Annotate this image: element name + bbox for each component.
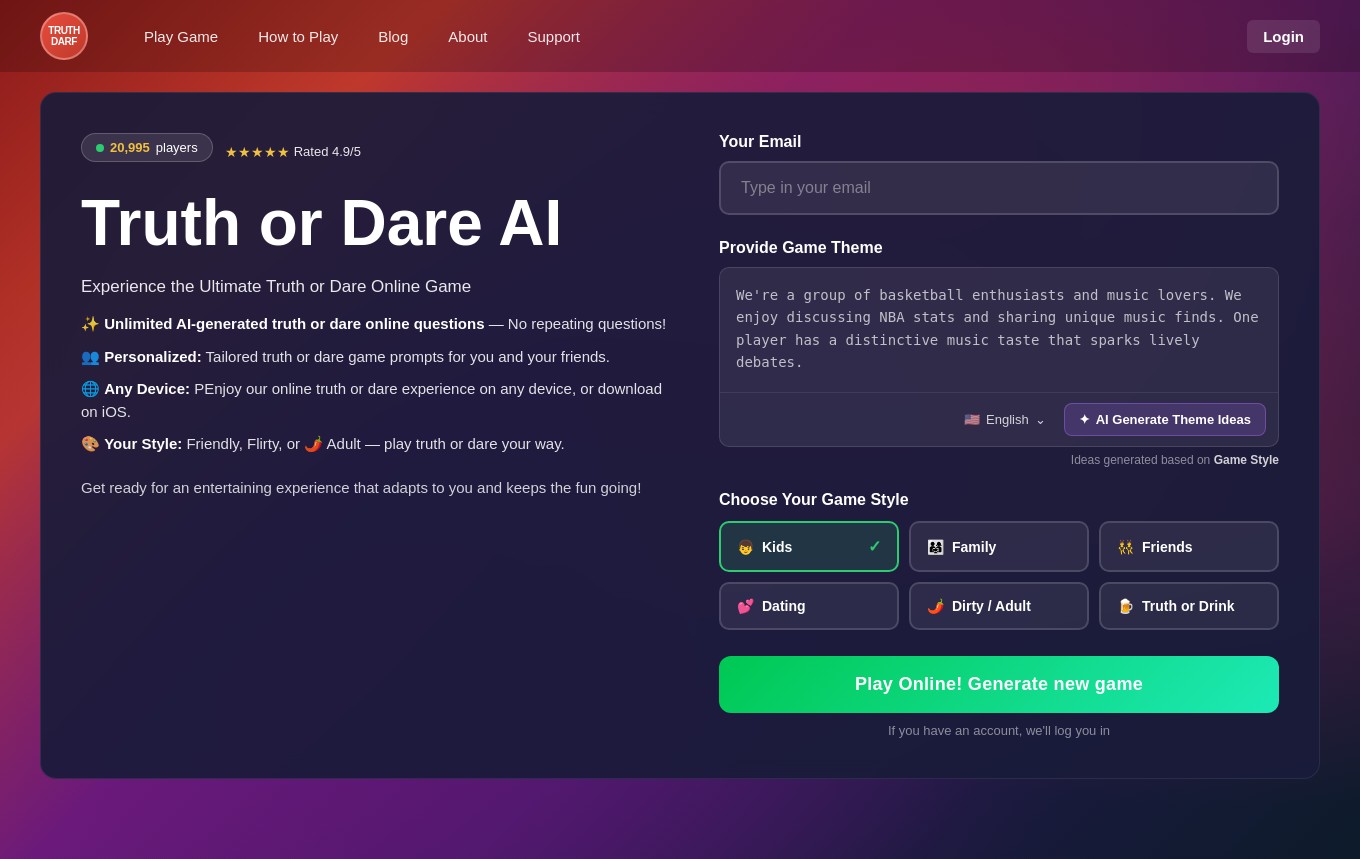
family-emoji: 👨‍👩‍👧 [927, 539, 944, 555]
top-badges: 20,995 players ★★★★★ Rated 4.9/5 [81, 133, 671, 170]
nav-how-to-play[interactable]: How to Play [242, 20, 354, 53]
feature-bold-1: Unlimited AI-generated truth or dare onl… [104, 315, 484, 332]
chevron-down-icon: ⌄ [1035, 412, 1046, 427]
logo-icon: TRUTHDARF [40, 12, 88, 60]
players-label: players [156, 140, 198, 155]
kids-check-icon: ✓ [868, 537, 881, 556]
players-count: 20,995 [110, 140, 150, 155]
dirty-emoji: 🌶️ [927, 598, 944, 614]
theme-textarea[interactable]: We're a group of basketball enthusiasts … [720, 268, 1278, 388]
feature-text-1: — No repeating questions! [489, 315, 667, 332]
nav-support[interactable]: Support [511, 20, 596, 53]
game-style-label: Choose Your Game Style [719, 491, 1279, 509]
main-card: 20,995 players ★★★★★ Rated 4.9/5 Truth o… [40, 92, 1320, 779]
style-friends[interactable]: 👯 Friends [1099, 521, 1279, 572]
theme-textarea-wrap: We're a group of basketball enthusiasts … [719, 267, 1279, 447]
navbar: TRUTHDARF Play Game How to Play Blog Abo… [0, 0, 1360, 72]
theme-section: Provide Game Theme We're a group of bask… [719, 239, 1279, 467]
left-panel: 20,995 players ★★★★★ Rated 4.9/5 Truth o… [81, 133, 671, 500]
feature-bold-4: Your Style: [104, 435, 182, 452]
ai-generate-button[interactable]: ✦ AI Generate Theme Ideas [1064, 403, 1266, 436]
sparkle-icon: ✦ [1079, 412, 1090, 427]
right-panel: Your Email Provide Game Theme We're a gr… [719, 133, 1279, 738]
kids-label: Kids [762, 539, 792, 555]
style-truth-or-drink[interactable]: 🍺 Truth or Drink [1099, 582, 1279, 630]
active-dot [96, 144, 104, 152]
ai-btn-label: AI Generate Theme Ideas [1096, 412, 1251, 427]
hero-title: Truth or Dare AI [81, 190, 671, 257]
friends-emoji: 👯 [1117, 539, 1134, 555]
feature-emoji-2: 👥 [81, 348, 100, 365]
feature-emoji-1: ✨ [81, 315, 100, 332]
feature-emoji-4: 🎨 [81, 435, 100, 452]
logo[interactable]: TRUTHDARF [40, 12, 88, 60]
kids-emoji: 👦 [737, 539, 754, 555]
style-dirty-adult[interactable]: 🌶️ Dirty / Adult [909, 582, 1089, 630]
feature-bold-3: Any Device: [104, 380, 190, 397]
login-button[interactable]: Login [1247, 20, 1320, 53]
feature-item-2: 👥 Personalized: Tailored truth or dare g… [81, 346, 671, 369]
login-note: If you have an account, we'll log you in [719, 723, 1279, 738]
dirty-label: Dirty / Adult [952, 598, 1031, 614]
nav-blog[interactable]: Blog [362, 20, 424, 53]
drink-emoji: 🍺 [1117, 598, 1134, 614]
game-style-section: Choose Your Game Style 👦 Kids ✓ 👨‍👩‍👧 Fa… [719, 491, 1279, 630]
feature-list: ✨ Unlimited AI-generated truth or dare o… [81, 313, 671, 456]
language-label: English [986, 412, 1029, 427]
hero-subtitle: Experience the Ultimate Truth or Dare On… [81, 277, 671, 297]
style-dating[interactable]: 💕 Dating [719, 582, 899, 630]
feature-text-2: Tailored truth or dare game prompts for … [206, 348, 610, 365]
nav-links: Play Game How to Play Blog About Support [128, 20, 1247, 53]
flag-icon: 🇺🇸 [964, 412, 980, 427]
play-button[interactable]: Play Online! Generate new game [719, 656, 1279, 713]
nav-play-game[interactable]: Play Game [128, 20, 234, 53]
style-family[interactable]: 👨‍👩‍👧 Family [909, 521, 1089, 572]
email-label: Your Email [719, 133, 1279, 151]
theme-footer: 🇺🇸 English ⌄ ✦ AI Generate Theme Ideas [720, 392, 1278, 446]
feature-item-3: 🌐 Any Device: PEnjoy our online truth or… [81, 378, 671, 423]
game-style-link[interactable]: Game Style [1214, 453, 1279, 467]
rating-label: Rated 4.9/5 [294, 144, 361, 159]
feature-text-4: Friendly, Flirty, or 🌶️ Adult — play tru… [186, 435, 564, 452]
friends-label: Friends [1142, 539, 1193, 555]
players-badge: 20,995 players [81, 133, 213, 162]
rating-badge: ★★★★★ Rated 4.9/5 [225, 144, 361, 160]
language-select[interactable]: 🇺🇸 English ⌄ [956, 408, 1054, 431]
dating-label: Dating [762, 598, 806, 614]
feature-item-4: 🎨 Your Style: Friendly, Flirty, or 🌶️ Ad… [81, 433, 671, 456]
game-style-grid: 👦 Kids ✓ 👨‍👩‍👧 Family 👯 [719, 521, 1279, 630]
feature-bold-2: Personalized: [104, 348, 202, 365]
feature-emoji-3: 🌐 [81, 380, 100, 397]
family-label: Family [952, 539, 996, 555]
email-section: Your Email [719, 133, 1279, 215]
cta-text: Get ready for an entertaining experience… [81, 476, 671, 500]
nav-about[interactable]: About [432, 20, 503, 53]
email-input[interactable] [719, 161, 1279, 215]
dating-emoji: 💕 [737, 598, 754, 614]
theme-label: Provide Game Theme [719, 239, 1279, 257]
main-content: 20,995 players ★★★★★ Rated 4.9/5 Truth o… [0, 72, 1360, 819]
stars-icon: ★★★★★ [225, 144, 290, 160]
ideas-note: Ideas generated based on Game Style [719, 453, 1279, 467]
style-kids[interactable]: 👦 Kids ✓ [719, 521, 899, 572]
drink-label: Truth or Drink [1142, 598, 1235, 614]
feature-item-1: ✨ Unlimited AI-generated truth or dare o… [81, 313, 671, 336]
